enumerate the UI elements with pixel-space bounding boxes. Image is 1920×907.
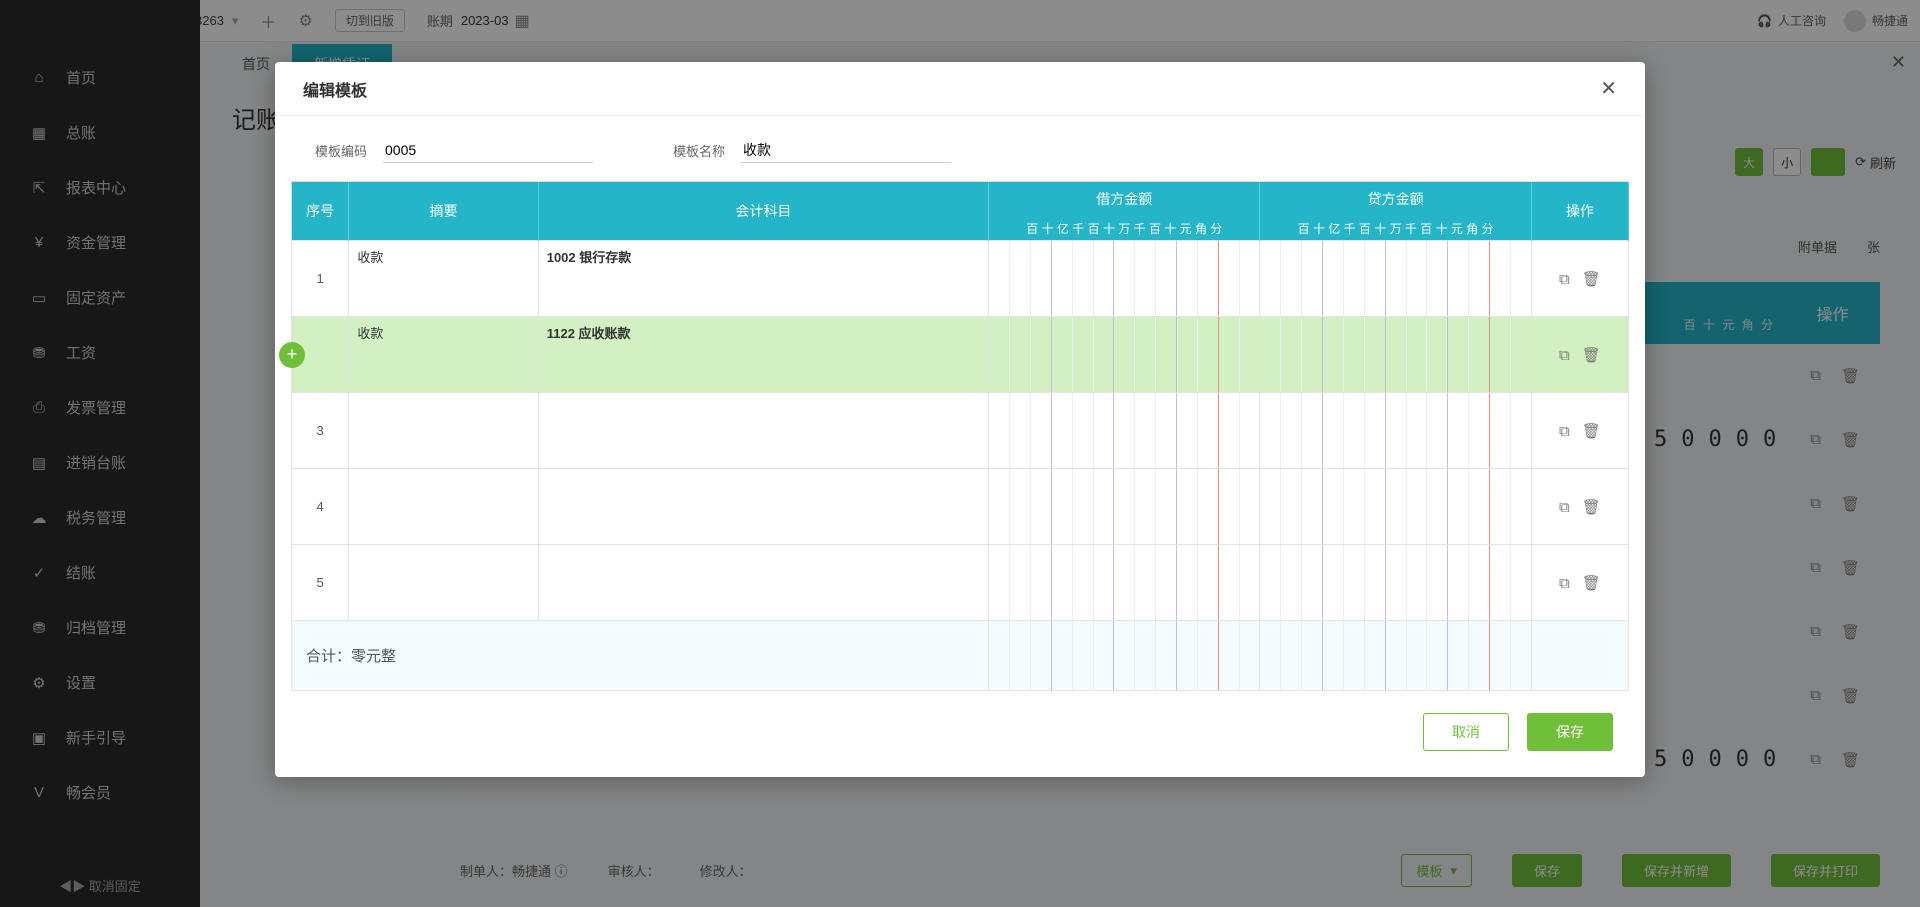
table-row[interactable]: 3 ⧉ 🗑 bbox=[292, 393, 1629, 469]
summary-cell[interactable] bbox=[349, 393, 538, 469]
template-name-input[interactable] bbox=[741, 138, 951, 163]
row-index: + bbox=[292, 317, 349, 393]
th-debit: 借方金额 bbox=[989, 182, 1260, 217]
row-index: 5 bbox=[292, 545, 349, 621]
credit-cell[interactable] bbox=[1260, 545, 1531, 621]
row-index: 4 bbox=[292, 469, 349, 545]
th-op: 操作 bbox=[1531, 182, 1628, 241]
row-index: 3 bbox=[292, 393, 349, 469]
template-code-input[interactable] bbox=[383, 138, 593, 163]
delete-icon[interactable]: 🗑 bbox=[1582, 423, 1601, 440]
th-credit-units: 百 十 亿 千 百 十 万 千 百 十 元 角 分 bbox=[1260, 217, 1531, 241]
account-cell[interactable] bbox=[538, 393, 988, 469]
debit-cell[interactable] bbox=[989, 545, 1260, 621]
sum-credit bbox=[1260, 621, 1531, 691]
copy-icon[interactable]: ⧉ bbox=[1559, 347, 1570, 364]
template-table: 序号 摘要 会计科目 借方金额 贷方金额 操作 百 十 亿 千 百 十 万 千 … bbox=[291, 181, 1629, 691]
copy-icon[interactable]: ⧉ bbox=[1559, 499, 1570, 516]
table-row[interactable]: 5 ⧉ 🗑 bbox=[292, 545, 1629, 621]
row-index: 1 bbox=[292, 241, 349, 317]
credit-cell[interactable] bbox=[1260, 393, 1531, 469]
modal-title: 编辑模板 bbox=[303, 77, 367, 101]
th-summary: 摘要 bbox=[349, 182, 538, 241]
account-cell[interactable]: 1002 银行存款 bbox=[538, 241, 988, 317]
debit-cell[interactable] bbox=[989, 241, 1260, 317]
account-cell[interactable] bbox=[538, 469, 988, 545]
th-credit: 贷方金额 bbox=[1260, 182, 1531, 217]
credit-cell[interactable] bbox=[1260, 317, 1531, 393]
debit-cell[interactable] bbox=[989, 469, 1260, 545]
sum-debit bbox=[989, 621, 1260, 691]
account-cell[interactable] bbox=[538, 545, 988, 621]
delete-icon[interactable]: 🗑 bbox=[1582, 575, 1601, 592]
delete-icon[interactable]: 🗑 bbox=[1582, 347, 1601, 364]
cancel-button[interactable]: 取消 bbox=[1423, 713, 1509, 751]
table-row[interactable]: +收款1122 应收账款 ⧉ 🗑 bbox=[292, 317, 1629, 393]
copy-icon[interactable]: ⧉ bbox=[1559, 271, 1570, 288]
close-icon[interactable]: ✕ bbox=[1600, 76, 1617, 101]
delete-icon[interactable]: 🗑 bbox=[1582, 499, 1601, 516]
name-label: 模板名称 bbox=[673, 141, 725, 160]
add-row-button[interactable]: + bbox=[279, 342, 305, 368]
debit-cell[interactable] bbox=[989, 393, 1260, 469]
th-account: 会计科目 bbox=[538, 182, 988, 241]
summary-cell[interactable] bbox=[349, 545, 538, 621]
edit-template-modal: 编辑模板 ✕ 模板编码 模板名称 序号 摘要 会计科目 借方金额 贷方金额 操作 bbox=[275, 62, 1645, 777]
account-cell[interactable]: 1122 应收账款 bbox=[538, 317, 988, 393]
save-template-button[interactable]: 保存 bbox=[1527, 713, 1613, 751]
sum-label: 合计：零元整 bbox=[292, 621, 989, 691]
code-label: 模板编码 bbox=[315, 141, 367, 160]
credit-cell[interactable] bbox=[1260, 241, 1531, 317]
debit-cell[interactable] bbox=[989, 317, 1260, 393]
summary-cell[interactable]: 收款 bbox=[349, 241, 538, 317]
th-index: 序号 bbox=[292, 182, 349, 241]
summary-cell[interactable]: 收款 bbox=[349, 317, 538, 393]
delete-icon[interactable]: 🗑 bbox=[1582, 271, 1601, 288]
copy-icon[interactable]: ⧉ bbox=[1559, 423, 1570, 440]
table-row[interactable]: 1收款1002 银行存款 ⧉ 🗑 bbox=[292, 241, 1629, 317]
credit-cell[interactable] bbox=[1260, 469, 1531, 545]
summary-cell[interactable] bbox=[349, 469, 538, 545]
copy-icon[interactable]: ⧉ bbox=[1559, 575, 1570, 592]
th-debit-units: 百 十 亿 千 百 十 万 千 百 十 元 角 分 bbox=[989, 217, 1260, 241]
table-row[interactable]: 4 ⧉ 🗑 bbox=[292, 469, 1629, 545]
